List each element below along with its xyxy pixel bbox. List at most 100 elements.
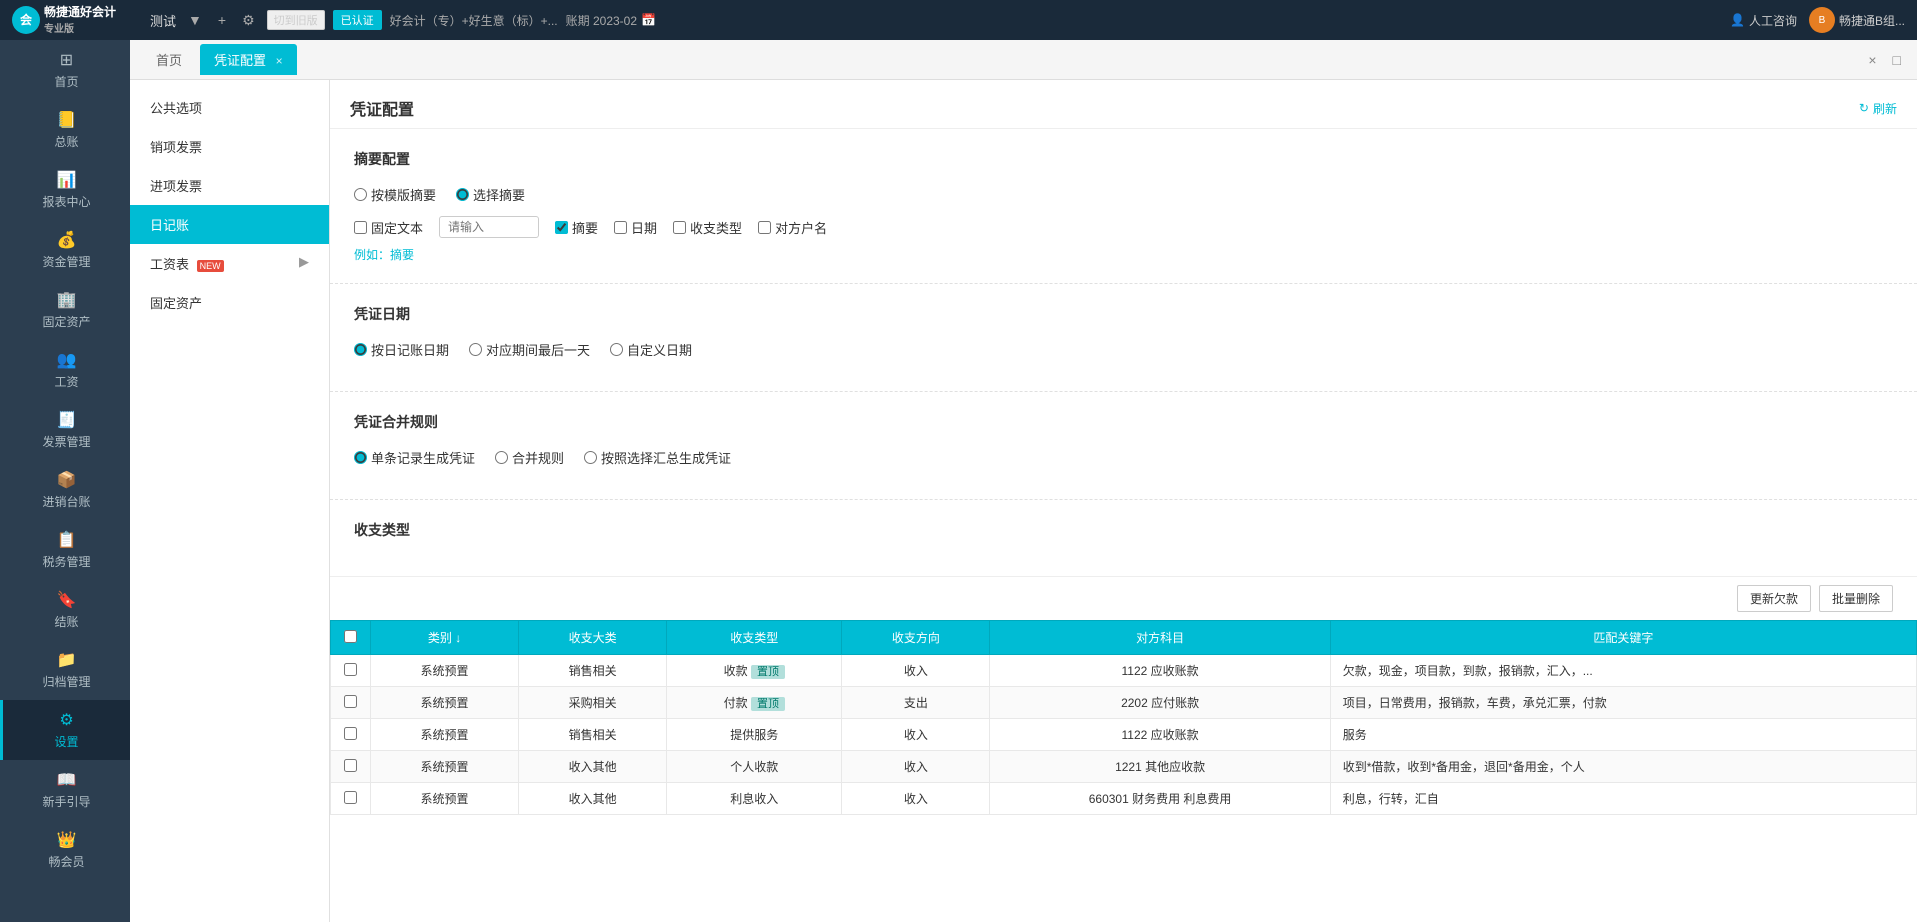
assets-icon: 🏢 xyxy=(57,290,77,310)
radio-period-last-day-input[interactable] xyxy=(469,343,482,356)
radio-template-input[interactable] xyxy=(354,188,367,201)
row-checkbox[interactable] xyxy=(344,695,357,708)
radio-custom-date[interactable]: 自定义日期 xyxy=(610,340,692,359)
table-row: 系统预置采购相关付款 置顶支出2202 应付账款项目，日常费用，报销款，车费，承… xyxy=(331,687,1917,719)
sidebar-item-close[interactable]: 🔖 结账 xyxy=(0,580,130,640)
summary-radio-group: 按模版摘要 选择摘要 xyxy=(354,185,1893,204)
checkbox-summary-input[interactable] xyxy=(555,221,568,234)
th-keywords: 匹配关键字 xyxy=(1330,621,1916,655)
row-direction: 收入 xyxy=(842,751,990,783)
radio-merge-rules[interactable]: 合并规则 xyxy=(495,448,564,467)
sidebar-item-tax[interactable]: 📋 税务管理 xyxy=(0,520,130,580)
checkbox-fixed-text-input[interactable] xyxy=(354,221,367,234)
invoice-icon: 🧾 xyxy=(57,410,77,430)
checkbox-date[interactable]: 日期 xyxy=(614,218,657,237)
calendar-icon[interactable]: 📅 xyxy=(641,13,656,27)
update-receivables-btn[interactable]: 更新欠款 xyxy=(1737,585,1811,612)
checkbox-income-type[interactable]: 收支类型 xyxy=(673,218,742,237)
table-row: 系统预置销售相关提供服务收入1122 应收账款服务 xyxy=(331,719,1917,751)
sidebar-item-sales[interactable]: 📦 进销台账 xyxy=(0,460,130,520)
left-panel-item-sales-invoice[interactable]: 销项发票 xyxy=(130,127,329,166)
checkbox-counterparty-input[interactable] xyxy=(758,221,771,234)
row-subject: 1122 应收账款 xyxy=(990,655,1330,687)
sidebar-item-member[interactable]: 👑 畅会员 xyxy=(0,820,130,880)
page-content: 公共选项 销项发票 进项发票 日记账 工资表 NEW ▶ 固定资产 xyxy=(130,80,1917,922)
checkbox-summary[interactable]: 摘要 xyxy=(555,218,598,237)
sidebar-item-guide[interactable]: 📖 新手引导 xyxy=(0,760,130,820)
left-panel-item-purchase-invoice[interactable]: 进项发票 xyxy=(130,166,329,205)
radio-summary-generate[interactable]: 按照选择汇总生成凭证 xyxy=(584,448,731,467)
radio-journal-date-input[interactable] xyxy=(354,343,367,356)
refresh-btn[interactable]: ↻ 刷新 xyxy=(1859,100,1897,117)
row-checkbox[interactable] xyxy=(344,727,357,740)
sidebar-item-invoice[interactable]: 🧾 发票管理 xyxy=(0,400,130,460)
row-checkbox[interactable] xyxy=(344,791,357,804)
batch-delete-btn[interactable]: 批量删除 xyxy=(1819,585,1893,612)
tax-icon: 📋 xyxy=(57,530,77,550)
summary-section-title: 摘要配置 xyxy=(354,149,1893,169)
close-window-btn[interactable]: × xyxy=(1864,52,1880,68)
radio-journal-date[interactable]: 按日记账日期 xyxy=(354,340,449,359)
row-checkbox[interactable] xyxy=(344,759,357,772)
row-keywords: 服务 xyxy=(1330,719,1916,751)
sidebar-item-home[interactable]: ⊞ 首页 xyxy=(0,40,130,100)
app-logo: 会 畅捷通好会计 专业版 xyxy=(12,5,142,34)
top-tag-btn[interactable]: 置顶 xyxy=(751,665,785,679)
close-period-icon: 🔖 xyxy=(57,590,77,610)
row-big-type: 收入其他 xyxy=(519,783,667,815)
left-panel-item-public[interactable]: 公共选项 xyxy=(130,88,329,127)
help-btn[interactable]: 👤 人工咨询 xyxy=(1730,12,1797,29)
radio-single-record-input[interactable] xyxy=(354,451,367,464)
checkbox-income-type-input[interactable] xyxy=(673,221,686,234)
left-panel-item-journal[interactable]: 日记账 xyxy=(130,205,329,244)
select-all-checkbox[interactable] xyxy=(344,630,357,643)
radio-custom-date-input[interactable] xyxy=(610,343,623,356)
sidebar-item-reports[interactable]: 📊 报表中心 xyxy=(0,160,130,220)
checkbox-fixed-text[interactable]: 固定文本 xyxy=(354,218,423,237)
sidebar-item-funds[interactable]: 💰 资金管理 xyxy=(0,220,130,280)
sidebar-item-ledger[interactable]: 📒 总账 xyxy=(0,100,130,160)
table-row: 系统预置收入其他利息收入收入660301 财务费用 利息费用利息，行转，汇自 xyxy=(331,783,1917,815)
sidebar-item-label: 进销台账 xyxy=(42,493,90,510)
sidebar-item-label: 税务管理 xyxy=(42,553,90,570)
settings-gear-btn[interactable]: ⚙ xyxy=(238,10,259,31)
sidebar-item-settings[interactable]: ⚙ 设置 xyxy=(0,700,130,760)
radio-select-input[interactable] xyxy=(456,188,469,201)
top-tag-btn[interactable]: 置顶 xyxy=(751,697,785,711)
income-expense-table: 类别 ↓ 收支大类 收支类型 收支方向 对方科目 匹配关键字 系统预置销售相关收… xyxy=(330,620,1917,815)
product-info: 好会计（专）+好生意（标）+... xyxy=(390,12,558,29)
th-category: 类别 ↓ xyxy=(371,621,519,655)
tab-config[interactable]: 凭证配置 × xyxy=(200,44,297,75)
radio-period-last-day[interactable]: 对应期间最后一天 xyxy=(469,340,590,359)
dropdown-btn[interactable]: ▼ xyxy=(184,10,206,30)
sidebar-item-assets[interactable]: 🏢 固定资产 xyxy=(0,280,130,340)
row-keywords: 收到*借款，收到*备用金，退回*备用金，个人 xyxy=(1330,751,1916,783)
archive-icon: 📁 xyxy=(57,650,77,670)
row-checkbox[interactable] xyxy=(344,663,357,676)
tab-home[interactable]: 首页 xyxy=(142,44,196,75)
radio-merge-rules-input[interactable] xyxy=(495,451,508,464)
row-keywords: 欠款，现金，项目款，到款，报销款，汇入，... xyxy=(1330,655,1916,687)
row-keywords: 利息，行转，汇自 xyxy=(1330,783,1916,815)
sidebar-item-archive[interactable]: 📁 归档管理 xyxy=(0,640,130,700)
radio-select-summary[interactable]: 选择摘要 xyxy=(456,185,525,204)
left-panel-item-payroll-sheet[interactable]: 工资表 NEW ▶ xyxy=(130,244,329,283)
checkbox-date-input[interactable] xyxy=(614,221,627,234)
radio-template-summary[interactable]: 按模版摘要 xyxy=(354,185,436,204)
date-section-title: 凭证日期 xyxy=(354,304,1893,324)
sidebar-item-payroll[interactable]: 👥 工资 xyxy=(0,340,130,400)
window-controls: × □ xyxy=(1864,52,1905,68)
sidebar-item-label: 归档管理 xyxy=(42,673,90,690)
add-btn[interactable]: + xyxy=(214,10,230,30)
checkbox-counterparty[interactable]: 对方户名 xyxy=(758,218,827,237)
switch-version-btn[interactable]: 切到旧版 xyxy=(267,10,325,30)
left-panel-item-fixed-assets[interactable]: 固定资产 xyxy=(130,283,329,322)
tab-close-btn[interactable]: × xyxy=(276,54,283,68)
user-avatar: B xyxy=(1809,7,1835,33)
maximize-window-btn[interactable]: □ xyxy=(1889,52,1905,68)
table-row: 系统预置销售相关收款 置顶收入1122 应收账款欠款，现金，项目款，到款，报销款… xyxy=(331,655,1917,687)
fixed-text-input[interactable] xyxy=(439,216,539,238)
user-profile[interactable]: B 畅捷通B组... xyxy=(1809,7,1905,33)
radio-single-record[interactable]: 单条记录生成凭证 xyxy=(354,448,475,467)
radio-summary-generate-input[interactable] xyxy=(584,451,597,464)
